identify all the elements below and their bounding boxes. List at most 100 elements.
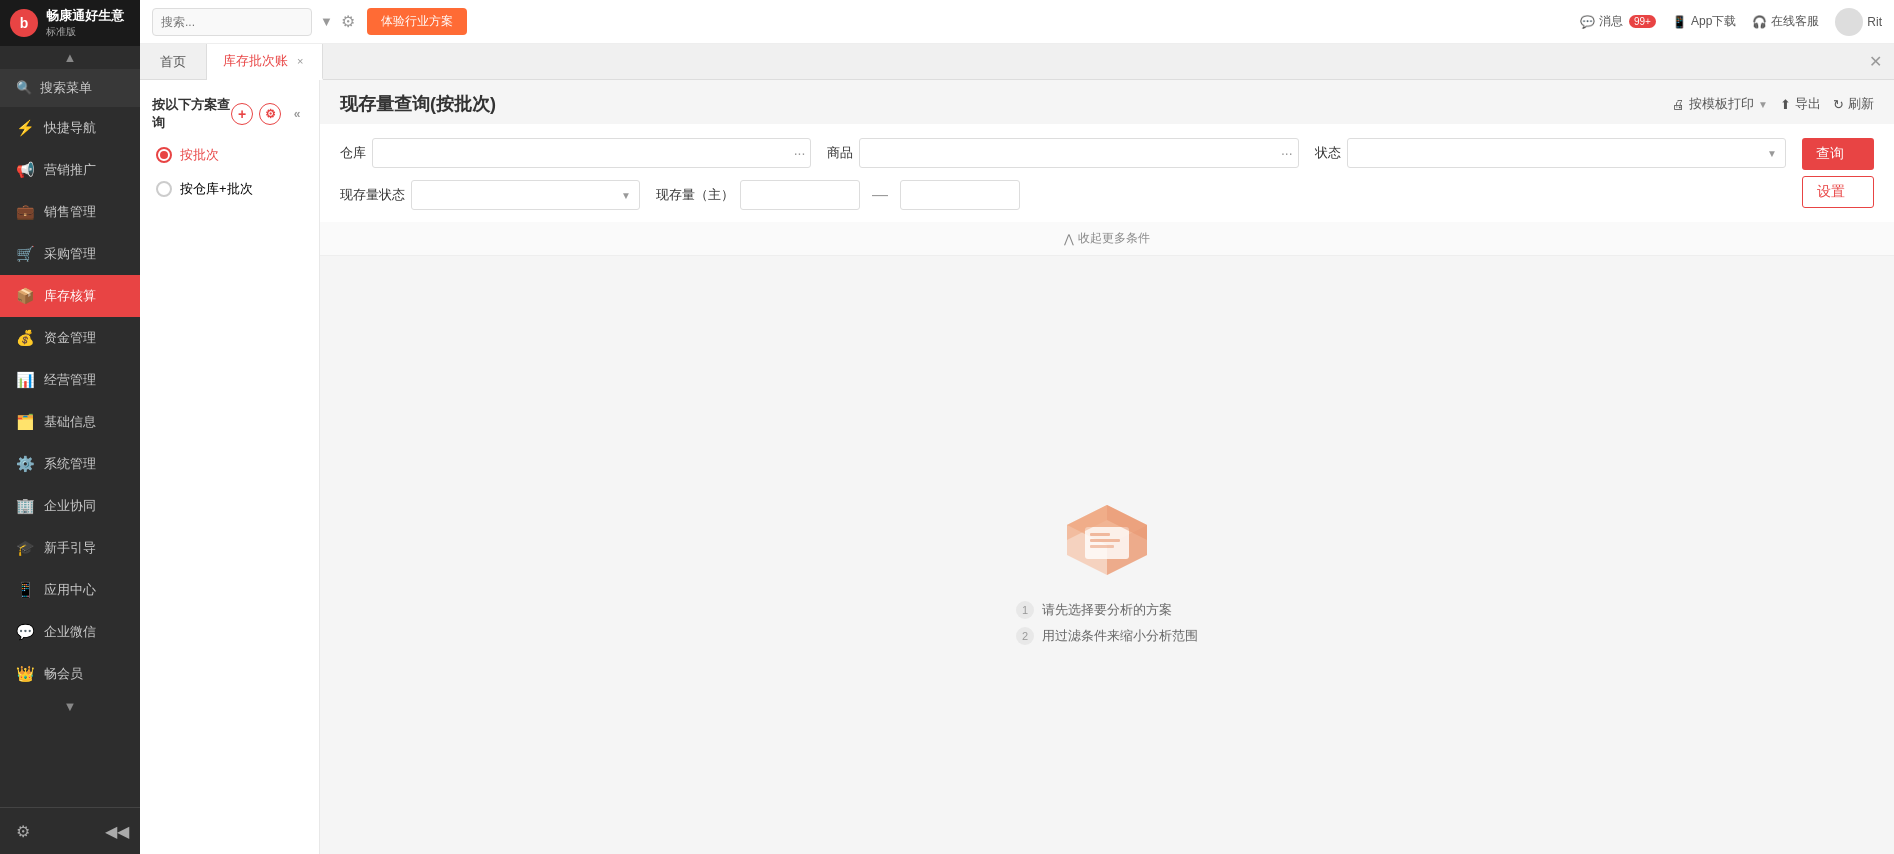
messages-icon: 💬 [1580, 15, 1595, 29]
page-actions: 🖨 按模板打印 ▼ ⬆ 导出 ↻ 刷新 [1672, 95, 1874, 113]
marketing-icon: 📢 [16, 161, 34, 179]
sidebar-item-label: 销售管理 [44, 203, 96, 221]
sidebar-item-marketing[interactable]: 📢 营销推广 [0, 149, 140, 191]
filter-status: 状态 ▼ [1315, 138, 1786, 168]
dash-separator: — [872, 186, 888, 204]
topbar-dropdown-icon[interactable]: ▼ [320, 14, 333, 29]
sidebar-item-system[interactable]: ⚙️ 系统管理 [0, 443, 140, 485]
sidebar-item-label: 营销推广 [44, 161, 96, 179]
add-scheme-btn[interactable]: + [231, 103, 253, 125]
tab-inventory-batch[interactable]: 库存批次账 × [207, 44, 323, 80]
basic-info-icon: 🗂️ [16, 413, 34, 431]
empty-tips: 1 请先选择要分析的方案 2 用过滤条件来缩小分析范围 [1016, 601, 1198, 645]
tabs-close-all-btn[interactable]: ✕ [1857, 52, 1894, 71]
tab-label: 库存批次账 [223, 52, 288, 70]
export-btn[interactable]: ⬆ 导出 [1780, 95, 1821, 113]
username-label: Rit [1867, 15, 1882, 29]
refresh-btn[interactable]: ↻ 刷新 [1833, 95, 1874, 113]
scheme-item-batch[interactable]: 按批次 [140, 138, 319, 172]
inventory-status-arrow: ▼ [621, 190, 631, 201]
tip-num-1: 1 [1016, 601, 1034, 619]
empty-tip-2: 2 用过滤条件来缩小分析范围 [1016, 627, 1198, 645]
inventory-status-select[interactable]: ▼ [411, 180, 640, 210]
sidebar-item-inventory[interactable]: 📦 库存核算 [0, 275, 140, 317]
app-logo: b [10, 9, 38, 37]
scroll-up-btn[interactable]: ▲ [0, 46, 140, 69]
home-tab-label: 首页 [160, 53, 186, 71]
app-download-label: App下载 [1691, 13, 1736, 30]
sidebar-item-newbie[interactable]: 🎓 新手引导 [0, 527, 140, 569]
sidebar-item-basic-info[interactable]: 🗂️ 基础信息 [0, 401, 140, 443]
refresh-label: 刷新 [1848, 95, 1874, 113]
filter-inventory-status: 现存量状态 ▼ [340, 180, 640, 210]
sidebar-item-finance[interactable]: 💰 资金管理 [0, 317, 140, 359]
sidebar-footer: ⚙ ◀◀ [0, 807, 140, 854]
sidebar-search[interactable]: 🔍 搜索菜单 [0, 69, 140, 107]
enterprise-wechat-icon: 💬 [16, 623, 34, 641]
sidebar-item-members[interactable]: 👑 畅会员 [0, 653, 140, 695]
scheme-settings-btn[interactable]: ⚙ [259, 103, 281, 125]
main-area: ▼ ⚙ 体验行业方案 💬 消息 99+ 📱 App下载 🎧 在线客服 Rit [140, 0, 1894, 854]
empty-state: 1 请先选择要分析的方案 2 用过滤条件来缩小分析范围 [320, 256, 1894, 854]
inventory-qty-max-input[interactable] [900, 180, 1020, 210]
scheme-item-warehouse-batch[interactable]: 按仓库+批次 [140, 172, 319, 206]
collapse-label: 收起更多条件 [1078, 230, 1150, 247]
sidebar: b 畅康通好生意 标准版 ▲ 🔍 搜索菜单 ⚡ 快捷导航 📢 营销推广 💼 销售… [0, 0, 140, 854]
sidebar-item-enterprise[interactable]: 🏢 企业协同 [0, 485, 140, 527]
print-dropdown-icon[interactable]: ▼ [1758, 99, 1768, 110]
tip-text-2: 用过滤条件来缩小分析范围 [1042, 627, 1198, 645]
topbar-search-input[interactable] [152, 8, 312, 36]
tab-home[interactable]: 首页 [140, 44, 207, 80]
sidebar-item-enterprise-wechat[interactable]: 💬 企业微信 [0, 611, 140, 653]
scheme-radio-batch [156, 147, 172, 163]
filter-row-2: 现存量状态 ▼ 现存量（主） — [340, 180, 1786, 210]
edition-label: 标准版 [46, 25, 124, 38]
topbar-settings-icon[interactable]: ⚙ [341, 12, 355, 31]
user-menu-btn[interactable]: Rit [1835, 8, 1882, 36]
sidebar-item-operations[interactable]: 📊 经营管理 [0, 359, 140, 401]
inventory-qty-min-input[interactable] [740, 180, 860, 210]
online-service-btn[interactable]: 🎧 在线客服 [1752, 13, 1819, 30]
sidebar-item-label: 新手引导 [44, 539, 96, 557]
collapse-left-panel-btn[interactable]: « [287, 104, 307, 124]
query-btn[interactable]: 查询 [1802, 138, 1874, 170]
warehouse-dots-btn[interactable]: ··· [794, 145, 806, 161]
sidebar-item-label: 应用中心 [44, 581, 96, 599]
scroll-down-btn[interactable]: ▼ [0, 695, 140, 718]
left-panel-actions: + ⚙ « [231, 103, 307, 125]
inventory-status-label: 现存量状态 [340, 186, 405, 204]
scheme-label: 按仓库+批次 [180, 180, 253, 198]
status-select[interactable]: ▼ [1347, 138, 1786, 168]
status-select-arrow: ▼ [1767, 148, 1777, 159]
scheme-label: 按批次 [180, 146, 219, 164]
app-download-btn[interactable]: 📱 App下载 [1672, 13, 1736, 30]
sidebar-item-sales[interactable]: 💼 销售管理 [0, 191, 140, 233]
sidebar-item-app-center[interactable]: 📱 应用中心 [0, 569, 140, 611]
goods-input[interactable] [859, 138, 1298, 168]
print-btn[interactable]: 🖨 按模板打印 ▼ [1672, 95, 1768, 113]
svg-rect-6 [1090, 545, 1114, 548]
topbar-right: 💬 消息 99+ 📱 App下载 🎧 在线客服 Rit [1580, 8, 1882, 36]
settings-footer-icon[interactable]: ⚙ [8, 816, 38, 846]
filter-row-1: 仓库 ··· 商品 ··· [340, 138, 1786, 168]
settings-btn[interactable]: 设置 [1802, 176, 1874, 208]
collapse-sidebar-icon[interactable]: ◀◀ [102, 816, 132, 846]
enterprise-icon: 🏢 [16, 497, 34, 515]
trial-btn[interactable]: 体验行业方案 [367, 8, 467, 35]
tab-close-icon[interactable]: × [294, 53, 306, 69]
collapse-conditions-btn[interactable]: ⋀ 收起更多条件 [320, 222, 1894, 256]
warehouse-input[interactable] [372, 138, 811, 168]
svg-rect-4 [1090, 533, 1110, 536]
sidebar-item-label: 基础信息 [44, 413, 96, 431]
messages-btn[interactable]: 💬 消息 99+ [1580, 13, 1656, 30]
sidebar-item-label: 采购管理 [44, 245, 96, 263]
status-label: 状态 [1315, 144, 1341, 162]
sidebar-item-quick-nav[interactable]: ⚡ 快捷导航 [0, 107, 140, 149]
sidebar-item-label: 企业协同 [44, 497, 96, 515]
sidebar-item-purchase[interactable]: 🛒 采购管理 [0, 233, 140, 275]
right-panel: 现存量查询(按批次) 🖨 按模板打印 ▼ ⬆ 导出 ↻ 刷新 [320, 80, 1894, 854]
content-area: 按以下方案查询 + ⚙ « 按批次 按仓库+批次 现存量查询(按批次) [140, 80, 1894, 854]
sidebar-item-label: 企业微信 [44, 623, 96, 641]
messages-label: 消息 [1599, 13, 1623, 30]
goods-dots-btn[interactable]: ··· [1281, 145, 1293, 161]
